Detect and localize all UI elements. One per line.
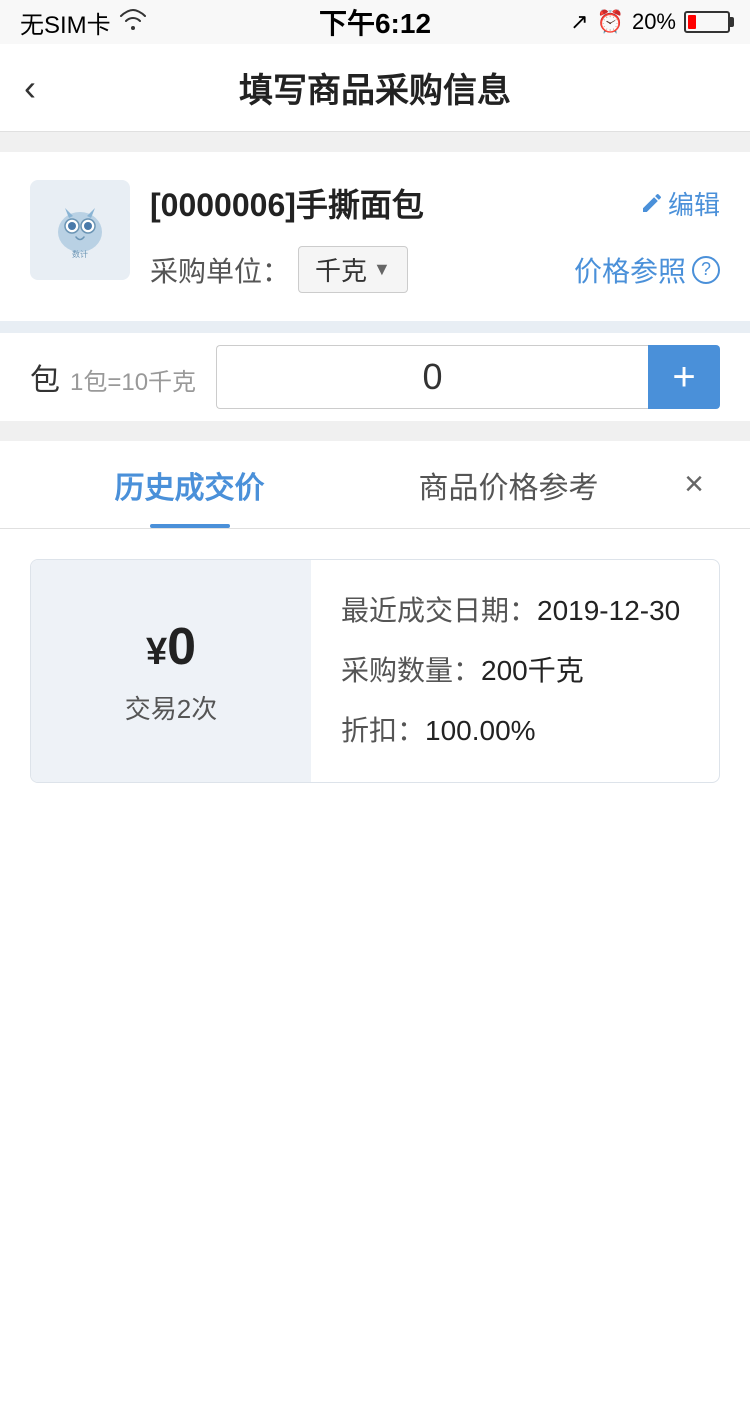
edit-icon — [640, 191, 664, 215]
status-time: 下午6:12 — [319, 2, 431, 42]
bottom-area — [0, 813, 750, 1413]
product-image: 数计 — [30, 180, 130, 280]
unit-select[interactable]: 千克 ▼ — [298, 246, 408, 293]
price-ref-button[interactable]: 价格参照 ? — [574, 250, 720, 290]
location-icon: ↗ — [570, 9, 588, 35]
tab-close-button[interactable]: × — [668, 459, 720, 511]
alarm-icon: ⏰ — [597, 9, 624, 35]
quantity-unit-conversion: 1包=10千克 — [70, 362, 196, 397]
currency-symbol: ¥ — [146, 631, 167, 673]
price-ref-help-icon: ? — [692, 256, 720, 284]
unit-row: 采购单位： 千克 ▼ 价格参照 ? — [150, 246, 720, 293]
status-bar: 无SIM卡 下午6:12 ↗ ⏰ 20% — [0, 0, 750, 44]
tab-active-indicator — [150, 524, 230, 528]
tab-content: ¥0 交易2次 最近成交日期：2019-12-30 采购数量：200千克 折扣：… — [0, 529, 750, 813]
recent-date-row: 最近成交日期：2019-12-30 — [341, 590, 689, 632]
quantity-row: 包 1包=10千克 0 + — [0, 333, 750, 421]
discount-label: 折扣： — [341, 715, 425, 746]
purchase-qty-row: 采购数量：200千克 — [341, 650, 689, 692]
discount-value: 100.00% — [425, 715, 536, 746]
tab-history-price[interactable]: 历史成交价 — [30, 441, 349, 528]
battery-icon — [684, 11, 730, 33]
tab-history-price-label: 历史成交价 — [115, 463, 265, 507]
history-price-value: ¥0 — [146, 617, 196, 677]
price-ref-label: 价格参照 — [574, 250, 686, 290]
history-price-summary: ¥0 交易2次 — [31, 560, 311, 782]
tab-product-price-ref[interactable]: 商品价格参考 — [349, 441, 668, 528]
nav-bar: ‹ 填写商品采购信息 — [0, 44, 750, 132]
status-left: 无SIM卡 — [20, 5, 147, 40]
quantity-input-area: 0 + — [216, 345, 720, 409]
product-logo-icon: 数计 — [45, 200, 115, 260]
quantity-plus-button[interactable]: + — [648, 345, 720, 409]
product-info: [0000006]手撕面包 编辑 采购单位： 千克 ▼ 价格参照 ? — [150, 180, 720, 293]
unit-label: 采购单位： — [150, 250, 290, 290]
trade-count: 交易2次 — [125, 689, 217, 726]
history-price-details: 最近成交日期：2019-12-30 采购数量：200千克 折扣：100.00% — [311, 560, 719, 782]
page-title: 填写商品采购信息 — [239, 63, 511, 112]
recent-date-value: 2019-12-30 — [537, 595, 680, 626]
wifi-icon — [119, 8, 147, 37]
edit-label: 编辑 — [668, 185, 720, 222]
edit-button[interactable]: 编辑 — [640, 185, 720, 222]
product-name-row: [0000006]手撕面包 编辑 — [150, 180, 720, 226]
quantity-unit-group: 包 1包=10千克 — [30, 355, 196, 399]
carrier-label: 无SIM卡 — [20, 5, 111, 40]
close-icon: × — [684, 465, 704, 504]
quantity-unit-label: 包 — [30, 355, 60, 399]
quantity-input[interactable]: 0 — [216, 345, 648, 409]
quantity-value: 0 — [423, 356, 443, 398]
discount-row: 折扣：100.00% — [341, 710, 689, 752]
product-full-name: [0000006]手撕面包 — [150, 180, 424, 226]
section-divider — [0, 321, 750, 333]
svg-text:数计: 数计 — [72, 249, 88, 259]
status-right: ↗ ⏰ 20% — [570, 9, 730, 35]
history-price-card: ¥0 交易2次 最近成交日期：2019-12-30 采购数量：200千克 折扣：… — [30, 559, 720, 783]
back-button[interactable]: ‹ — [24, 67, 36, 109]
price-number: 0 — [167, 618, 196, 676]
product-card: 数计 [0000006]手撕面包 编辑 采购单位： 千克 ▼ 价格参照 — [0, 152, 750, 321]
recent-date-label: 最近成交日期： — [341, 595, 537, 626]
dropdown-arrow-icon: ▼ — [373, 259, 391, 280]
purchase-qty-label: 采购数量： — [341, 655, 481, 686]
tab-product-price-ref-label: 商品价格参考 — [419, 463, 599, 507]
tab-panel: 历史成交价 商品价格参考 × ¥0 交易2次 最近成交日期：2019-12-30 — [0, 441, 750, 813]
tab-header: 历史成交价 商品价格参考 × — [0, 441, 750, 529]
battery-label: 20% — [632, 9, 676, 35]
plus-icon: + — [672, 355, 695, 400]
purchase-qty-value: 200千克 — [481, 655, 584, 686]
unit-value: 千克 — [315, 251, 367, 288]
